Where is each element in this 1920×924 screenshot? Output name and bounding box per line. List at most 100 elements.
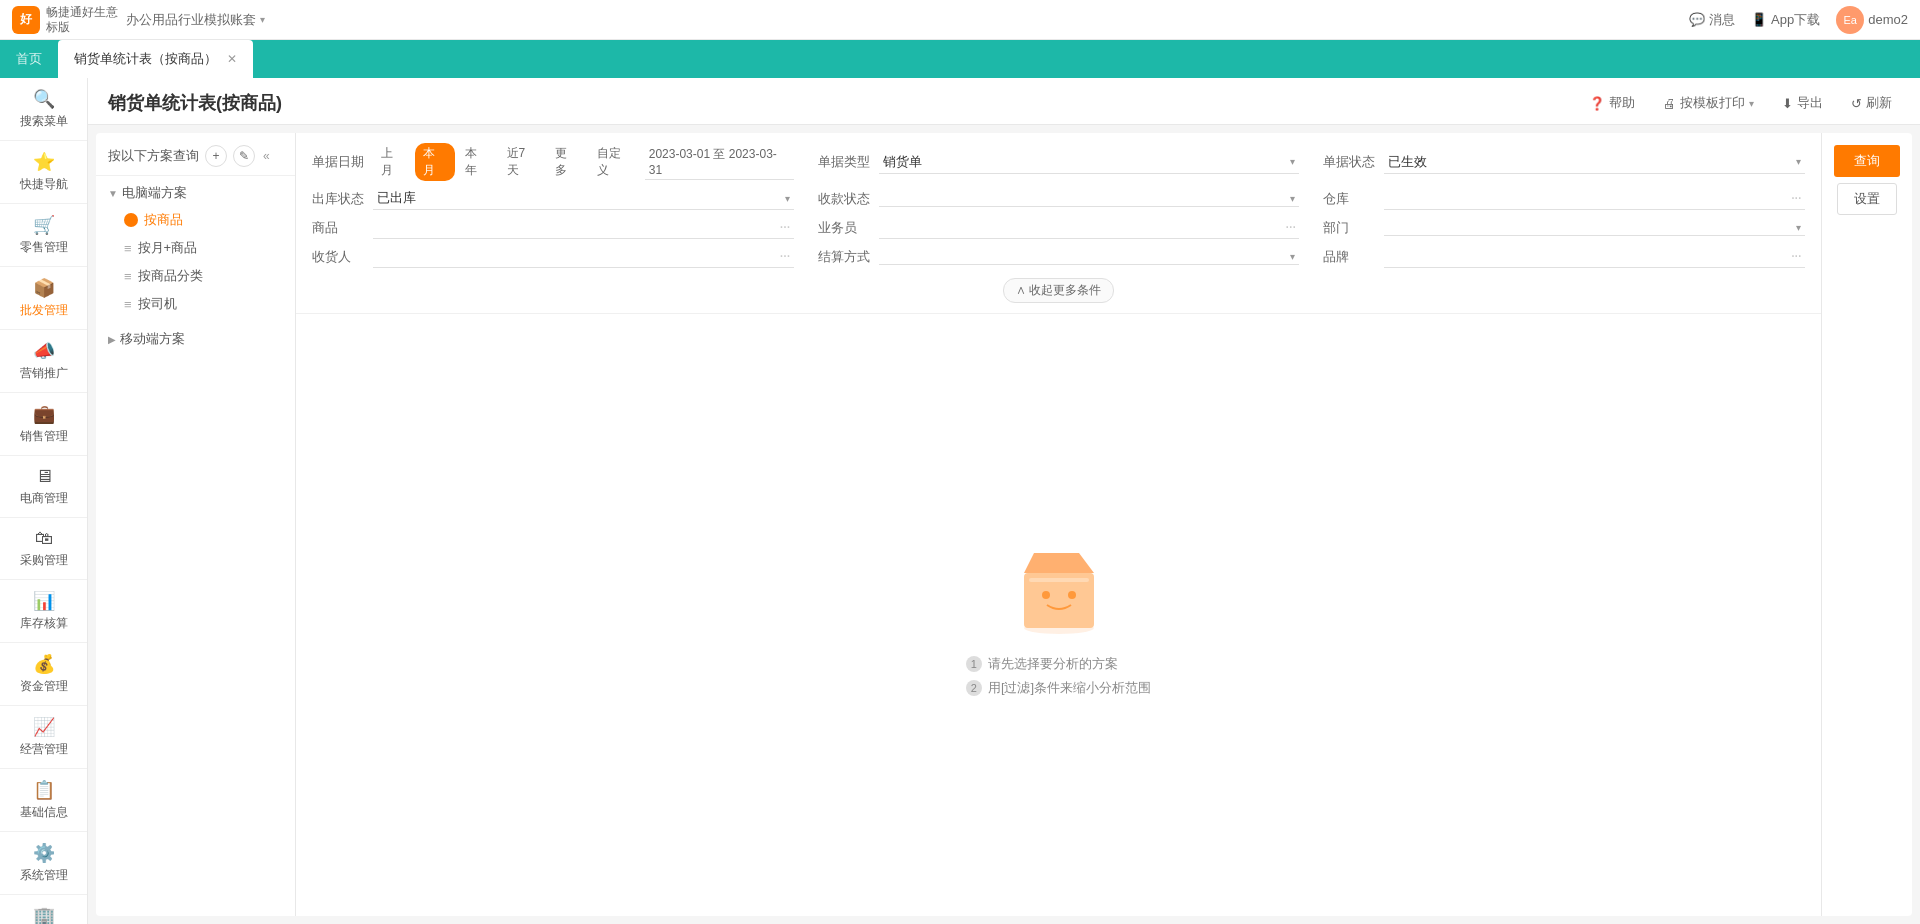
collapse-more-btn[interactable]: ∧ 收起更多条件 (1003, 278, 1114, 303)
warehouse-status-label: 出库状态 (312, 190, 367, 208)
doc-status-control[interactable]: 已生效 ▾ (1384, 151, 1805, 174)
tab-close-icon[interactable]: ✕ (227, 52, 237, 66)
ecommerce-icon: 🖥 (35, 466, 53, 487)
sidebar-item-purchase[interactable]: 🛍 采购管理 (0, 518, 87, 580)
sidebar-item-wholesale[interactable]: 📦 批发管理 (0, 267, 87, 330)
date-tab-more[interactable]: 更多 (547, 143, 587, 181)
date-tab-this-year[interactable]: 本年 (457, 143, 497, 181)
retail-icon: 🛒 (33, 214, 55, 236)
header-right: 💬 消息 📱 App下载 Ea demo2 (1689, 6, 1908, 34)
page-title: 销货单统计表(按商品) (108, 91, 282, 115)
basics-icon: 📋 (33, 779, 55, 801)
sidebar-item-system[interactable]: ⚙️ 系统管理 (0, 832, 87, 895)
warehouse-status-control[interactable]: 已出库 ▾ (373, 187, 794, 210)
sidebar-item-ecommerce[interactable]: 🖥 电商管理 (0, 456, 87, 518)
scheme-group-mobile: ▶ 移动端方案 (96, 322, 295, 356)
filter-doc-type: 单据类型 销货单 ▾ (818, 151, 1300, 174)
doc-type-control[interactable]: 销货单 ▾ (879, 151, 1300, 174)
sidebar-item-quick-nav[interactable]: ⭐ 快捷导航 (0, 141, 87, 204)
sidebar-item-marketing[interactable]: 📣 营销推广 (0, 330, 87, 393)
doc-status-label: 单据状态 (1323, 153, 1378, 171)
sidebar-item-search-menu[interactable]: 🔍 搜索菜单 (0, 78, 87, 141)
sidebar-item-inventory[interactable]: 📊 库存核算 (0, 580, 87, 643)
logo-icon: 好 (12, 6, 40, 34)
add-scheme-btn[interactable]: + (205, 145, 227, 167)
scheme-item-by-product[interactable]: 按商品 (96, 206, 295, 234)
group-expand-icon: ▼ (108, 188, 118, 199)
scheme-item-icon: ≡ (124, 241, 132, 256)
date-tab-last-month[interactable]: 上月 (373, 143, 413, 181)
salesman-label: 业务员 (818, 219, 873, 237)
product-control[interactable]: ··· (373, 216, 794, 239)
avatar: Ea (1836, 6, 1864, 34)
sidebar: 🔍 搜索菜单 ⭐ 快捷导航 🛒 零售管理 📦 批发管理 📣 营销推广 💼 销售管… (0, 78, 88, 924)
doc-status-dropdown-icon: ▾ (1796, 156, 1801, 167)
sidebar-item-sales[interactable]: 💼 销售管理 (0, 393, 87, 456)
doc-type-dropdown-icon: ▾ (1290, 156, 1295, 167)
query-btn[interactable]: 查询 (1834, 145, 1900, 177)
doc-status-value: 已生效 (1388, 153, 1427, 171)
collapse-scheme-btn[interactable]: « (263, 149, 270, 163)
scheme-panel-title: 按以下方案查询 (108, 147, 199, 165)
scheme-item-by-month-product[interactable]: ≡ 按月+商品 (96, 234, 295, 262)
empty-tip-1: 1 请先选择要分析的方案 (966, 655, 1151, 673)
date-tab-7days[interactable]: 近7天 (499, 143, 546, 181)
salesman-control[interactable]: ··· (879, 216, 1300, 239)
recipient-control[interactable]: ··· (373, 245, 794, 268)
app-download-btn[interactable]: 📱 App下载 (1751, 11, 1820, 29)
scheme-panel-header: 按以下方案查询 + ✎ « (96, 141, 295, 176)
refresh-btn[interactable]: ↺ 刷新 (1843, 90, 1900, 116)
breadcrumb-dropdown-icon[interactable]: ▾ (260, 14, 265, 25)
help-icon: ❓ (1589, 96, 1605, 111)
scheme-item-by-cashier[interactable]: ≡ 按司机 (96, 290, 295, 318)
settlement-control[interactable]: ▾ (879, 249, 1300, 265)
department-control[interactable]: ▾ (1384, 220, 1805, 236)
filter-warehouse: 仓库 ··· (1323, 187, 1805, 210)
edit-scheme-btn[interactable]: ✎ (233, 145, 255, 167)
payment-status-control[interactable]: ▾ (879, 191, 1300, 207)
svg-point-2 (1042, 591, 1050, 599)
scheme-item-by-category[interactable]: ≡ 按商品分类 (96, 262, 295, 290)
sidebar-item-basics[interactable]: 📋 基础信息 (0, 769, 87, 832)
scheme-group-desktop-header[interactable]: ▼ 电脑端方案 (96, 180, 295, 206)
logo-area: 好 畅捷通好生意 标版 (12, 5, 118, 34)
filter-brand: 品牌 ··· (1323, 245, 1805, 268)
page-header: 销货单统计表(按商品) ❓ 帮助 🖨 按模板打印 ▾ ⬇ 导出 ↺ 刷新 (88, 78, 1920, 125)
filter-row-2: 出库状态 已出库 ▾ 收款状态 ▾ (312, 187, 1805, 210)
recipient-label: 收货人 (312, 248, 367, 266)
message-btn[interactable]: 💬 消息 (1689, 11, 1735, 29)
sales-icon: 💼 (33, 403, 55, 425)
finance-icon: 💰 (33, 653, 55, 675)
tab-sales-stat[interactable]: 销货单统计表（按商品） ✕ (58, 40, 253, 78)
scheme-item-icon: ≡ (124, 269, 132, 284)
export-btn[interactable]: ⬇ 导出 (1774, 90, 1831, 116)
enterprise-icon: 🏢 (33, 905, 55, 924)
filter-row-3: 商品 ··· 业务员 ··· (312, 216, 1805, 239)
brand-control[interactable]: ··· (1384, 245, 1805, 268)
date-tab-this-month[interactable]: 本月 (415, 143, 455, 181)
warehouse-status-dropdown-icon: ▾ (785, 193, 790, 204)
empty-state: 1 请先选择要分析的方案 2 用[过滤]条件来缩小分析范围 (296, 314, 1821, 916)
scheme-group-mobile-header[interactable]: ▶ 移动端方案 (96, 326, 295, 352)
date-range-display: 2023-03-01 至 2023-03-31 (645, 144, 794, 180)
settlement-dropdown-icon: ▾ (1290, 251, 1295, 262)
tab-home[interactable]: 首页 (0, 40, 58, 78)
payment-status-dropdown-icon: ▾ (1290, 193, 1295, 204)
sidebar-item-finance[interactable]: 💰 资金管理 (0, 643, 87, 706)
date-tab-custom[interactable]: 自定义 (589, 143, 641, 181)
sidebar-item-enterprise[interactable]: 🏢 企业协同 (0, 895, 87, 924)
scheme-panel: 按以下方案查询 + ✎ « ▼ 电脑端方案 按商品 ≡ (96, 133, 296, 916)
doc-type-label: 单据类型 (818, 153, 873, 171)
settings-btn[interactable]: 设置 (1837, 183, 1897, 215)
template-print-dropdown-icon[interactable]: ▾ (1749, 98, 1754, 109)
refresh-icon: ↺ (1851, 96, 1862, 111)
payment-status-label: 收款状态 (818, 190, 873, 208)
user-menu[interactable]: Ea demo2 (1836, 6, 1908, 34)
sidebar-item-operations[interactable]: 📈 经营管理 (0, 706, 87, 769)
sidebar-item-retail[interactable]: 🛒 零售管理 (0, 204, 87, 267)
template-print-btn[interactable]: 🖨 按模板打印 ▾ (1655, 90, 1762, 116)
warehouse-control[interactable]: ··· (1384, 187, 1805, 210)
scheme-active-icon (124, 213, 138, 227)
filter-body: 按以下方案查询 + ✎ « ▼ 电脑端方案 按商品 ≡ (96, 133, 1912, 916)
help-btn[interactable]: ❓ 帮助 (1581, 90, 1643, 116)
